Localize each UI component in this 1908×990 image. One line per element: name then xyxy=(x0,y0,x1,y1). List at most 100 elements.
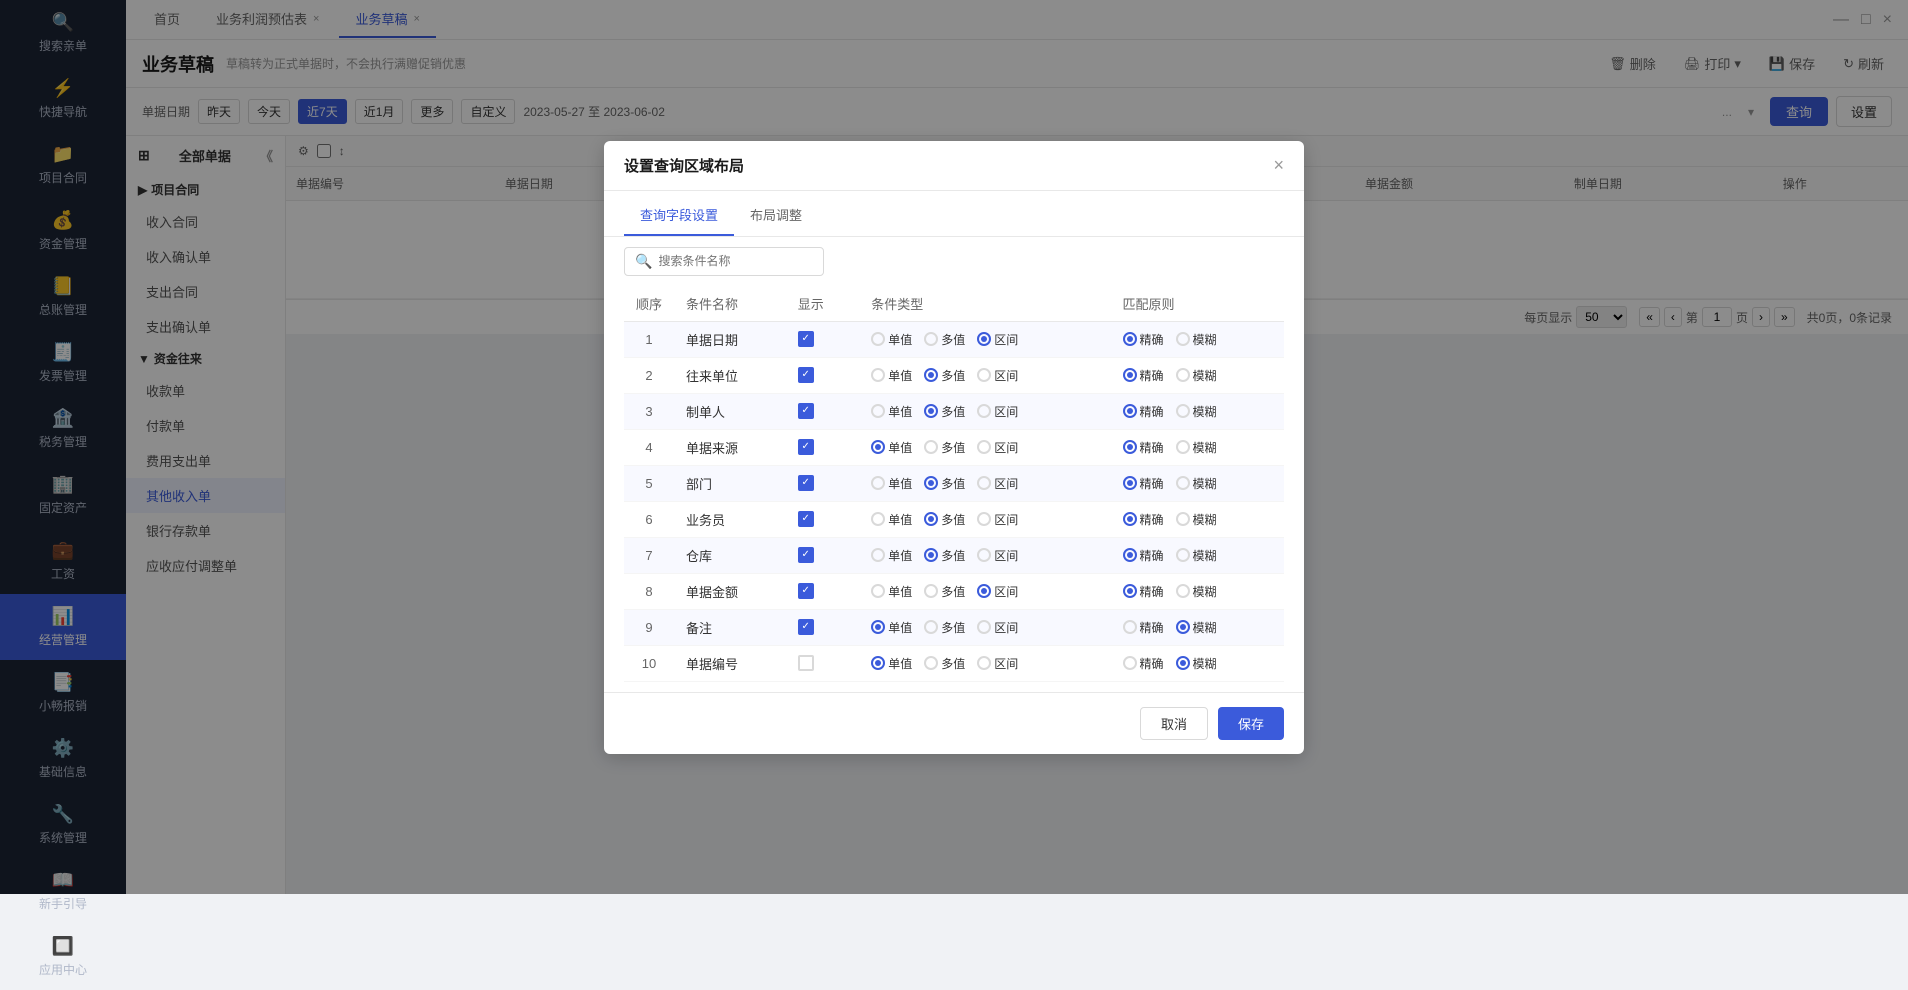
dialog-tab-layout-adjust[interactable]: 布局调整 xyxy=(734,195,818,236)
radio-dot xyxy=(1123,512,1137,526)
cell-match-rule: 精确模糊 xyxy=(1111,609,1284,645)
match-radio-item[interactable]: 精确 xyxy=(1123,511,1164,528)
show-checkbox[interactable] xyxy=(798,655,814,671)
dialog-header: 设置查询区域布局 × xyxy=(604,141,1304,191)
match-radio-item[interactable]: 精确 xyxy=(1123,475,1164,492)
match-radio-item[interactable]: 精确 xyxy=(1123,619,1164,636)
table-row: 7仓库单值多值区间精确模糊 xyxy=(624,537,1284,573)
table-row: 4单据来源单值多值区间精确模糊 xyxy=(624,429,1284,465)
cell-show[interactable] xyxy=(786,573,859,609)
radio-dot xyxy=(1176,476,1190,490)
condition-radio-item[interactable]: 单值 xyxy=(871,583,912,600)
condition-radio-item[interactable]: 区间 xyxy=(977,511,1018,528)
show-checkbox[interactable] xyxy=(798,439,814,455)
condition-radio-item[interactable]: 区间 xyxy=(977,331,1018,348)
condition-radio-item[interactable]: 多值 xyxy=(924,331,965,348)
radio-dot xyxy=(1176,620,1190,634)
show-checkbox[interactable] xyxy=(798,583,814,599)
cancel-button[interactable]: 取消 xyxy=(1140,707,1208,740)
match-radio-item[interactable]: 精确 xyxy=(1123,331,1164,348)
match-radio-item[interactable]: 模糊 xyxy=(1176,439,1217,456)
match-radio-group: 精确模糊 xyxy=(1123,619,1272,636)
condition-radio-item[interactable]: 单值 xyxy=(871,655,912,672)
match-radio-item[interactable]: 模糊 xyxy=(1176,583,1217,600)
condition-radio-item[interactable]: 单值 xyxy=(871,439,912,456)
condition-radio-item[interactable]: 多值 xyxy=(924,439,965,456)
radio-dot xyxy=(977,584,991,598)
match-radio-item[interactable]: 精确 xyxy=(1123,547,1164,564)
condition-radio-item[interactable]: 多值 xyxy=(924,583,965,600)
condition-radio-item[interactable]: 单值 xyxy=(871,367,912,384)
cell-show[interactable] xyxy=(786,609,859,645)
dialog-tab-field-setting[interactable]: 查询字段设置 xyxy=(624,195,734,236)
match-radio-item[interactable]: 模糊 xyxy=(1176,655,1217,672)
show-checkbox[interactable] xyxy=(798,511,814,527)
match-radio-item[interactable]: 模糊 xyxy=(1176,403,1217,420)
cell-show[interactable] xyxy=(786,537,859,573)
condition-radio-item[interactable]: 区间 xyxy=(977,403,1018,420)
condition-radio-item[interactable]: 多值 xyxy=(924,655,965,672)
cell-order: 10 xyxy=(624,645,674,681)
condition-radio-item[interactable]: 多值 xyxy=(924,367,965,384)
match-radio-item[interactable]: 模糊 xyxy=(1176,547,1217,564)
cell-match-rule: 精确模糊 xyxy=(1111,465,1284,501)
match-radio-item[interactable]: 模糊 xyxy=(1176,331,1217,348)
match-radio-item[interactable]: 模糊 xyxy=(1176,367,1217,384)
match-radio-item[interactable]: 模糊 xyxy=(1176,475,1217,492)
condition-radio-item[interactable]: 单值 xyxy=(871,547,912,564)
show-checkbox[interactable] xyxy=(798,403,814,419)
condition-radio-item[interactable]: 多值 xyxy=(924,403,965,420)
condition-radio-item[interactable]: 多值 xyxy=(924,547,965,564)
condition-radio-item[interactable]: 区间 xyxy=(977,439,1018,456)
match-radio-item[interactable]: 精确 xyxy=(1123,403,1164,420)
condition-radio-group: 单值多值区间 xyxy=(871,511,1098,528)
condition-radio-item[interactable]: 区间 xyxy=(977,547,1018,564)
condition-radio-item[interactable]: 单值 xyxy=(871,331,912,348)
th-condition-type: 条件类型 xyxy=(859,286,1110,322)
save-button[interactable]: 保存 xyxy=(1218,707,1284,740)
cell-show[interactable] xyxy=(786,321,859,357)
condition-radio-item[interactable]: 单值 xyxy=(871,619,912,636)
radio-dot xyxy=(871,404,885,418)
show-checkbox[interactable] xyxy=(798,547,814,563)
match-radio-item[interactable]: 精确 xyxy=(1123,439,1164,456)
show-checkbox[interactable] xyxy=(798,331,814,347)
match-radio-item[interactable]: 模糊 xyxy=(1176,619,1217,636)
condition-radio-item[interactable]: 多值 xyxy=(924,511,965,528)
radio-dot xyxy=(924,332,938,346)
match-radio-item[interactable]: 模糊 xyxy=(1176,511,1217,528)
cell-show[interactable] xyxy=(786,357,859,393)
cell-name: 往来单位 xyxy=(674,357,786,393)
condition-radio-item[interactable]: 单值 xyxy=(871,475,912,492)
condition-radio-item[interactable]: 多值 xyxy=(924,619,965,636)
sidebar-item-apps[interactable]: 🔲 应用中心 xyxy=(0,924,126,990)
condition-radio-group: 单值多值区间 xyxy=(871,475,1098,492)
cell-show[interactable] xyxy=(786,465,859,501)
cell-show[interactable] xyxy=(786,393,859,429)
match-radio-group: 精确模糊 xyxy=(1123,475,1272,492)
condition-radio-item[interactable]: 区间 xyxy=(977,367,1018,384)
radio-dot xyxy=(977,440,991,454)
condition-radio-item[interactable]: 单值 xyxy=(871,403,912,420)
cell-show[interactable] xyxy=(786,501,859,537)
match-radio-item[interactable]: 精确 xyxy=(1123,583,1164,600)
match-radio-group: 精确模糊 xyxy=(1123,511,1272,528)
cell-show[interactable] xyxy=(786,645,859,681)
match-radio-item[interactable]: 精确 xyxy=(1123,367,1164,384)
condition-radio-item[interactable]: 区间 xyxy=(977,655,1018,672)
dialog-close-button[interactable]: × xyxy=(1273,156,1284,174)
show-checkbox[interactable] xyxy=(798,619,814,635)
condition-radio-item[interactable]: 区间 xyxy=(977,619,1018,636)
condition-radio-item[interactable]: 单值 xyxy=(871,511,912,528)
cell-name: 业务员 xyxy=(674,501,786,537)
condition-radio-item[interactable]: 多值 xyxy=(924,475,965,492)
th-order: 顺序 xyxy=(624,286,674,322)
show-checkbox[interactable] xyxy=(798,367,814,383)
condition-radio-item[interactable]: 区间 xyxy=(977,475,1018,492)
table-row: 10单据编号单值多值区间精确模糊 xyxy=(624,645,1284,681)
condition-radio-item[interactable]: 区间 xyxy=(977,583,1018,600)
cell-show[interactable] xyxy=(786,429,859,465)
show-checkbox[interactable] xyxy=(798,475,814,491)
search-input[interactable] xyxy=(658,254,813,268)
match-radio-item[interactable]: 精确 xyxy=(1123,655,1164,672)
